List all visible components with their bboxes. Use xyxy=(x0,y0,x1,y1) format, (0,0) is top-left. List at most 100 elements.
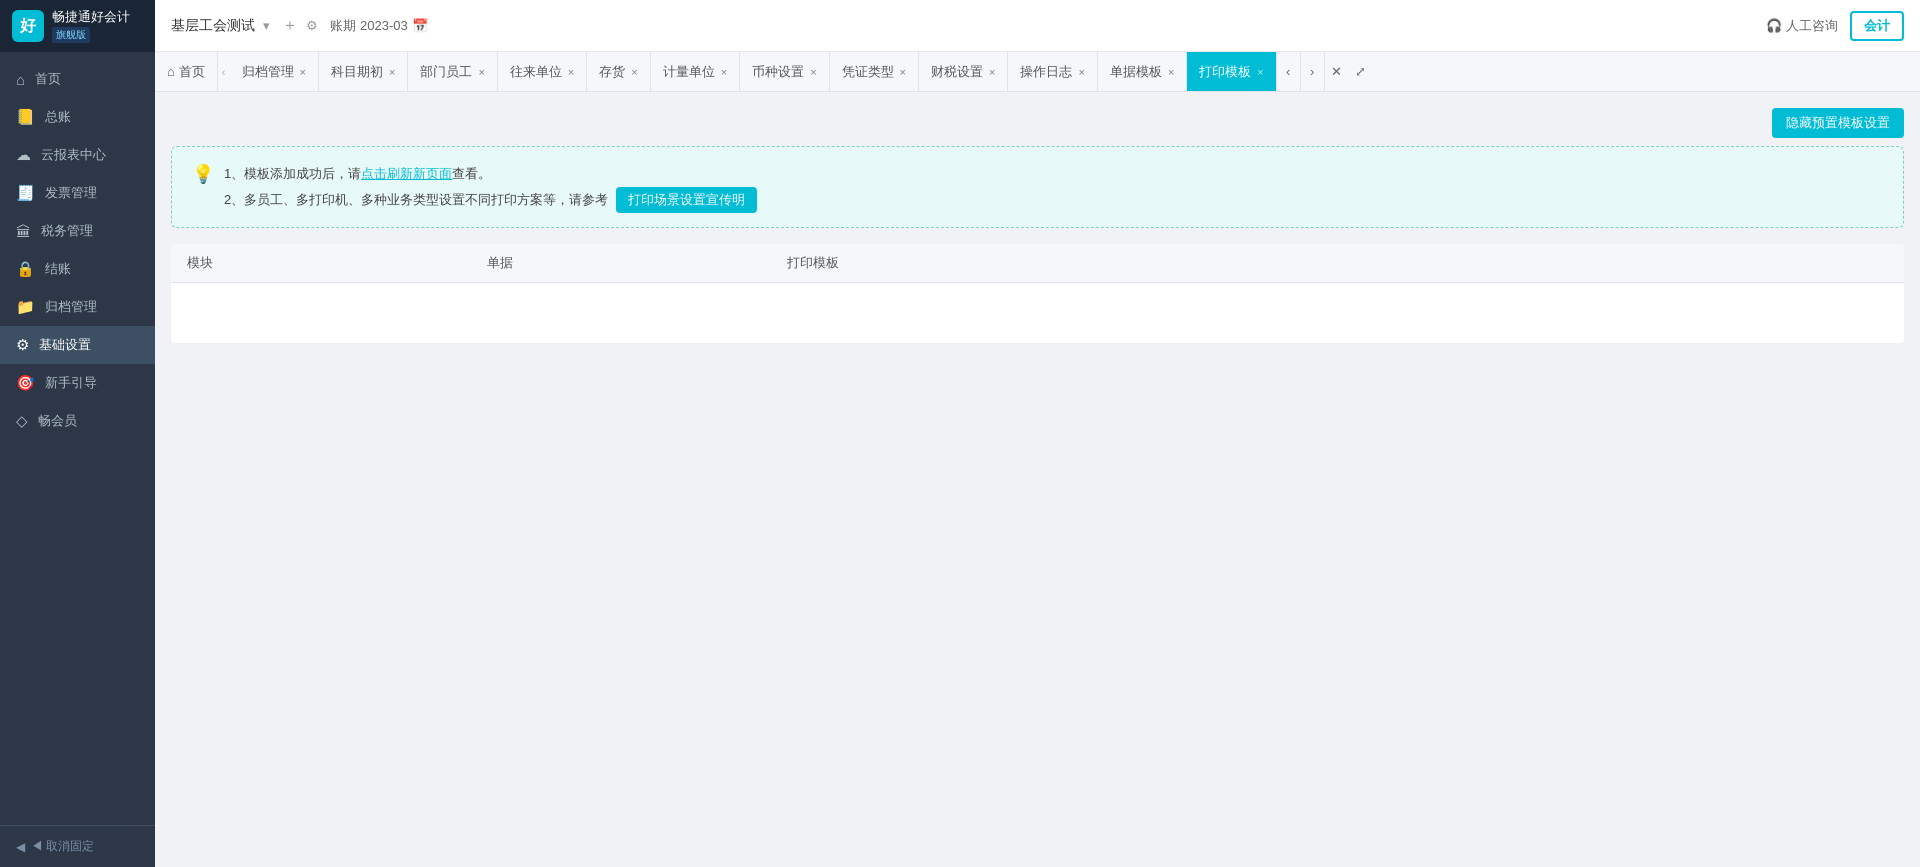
calendar-icon[interactable]: 📅 xyxy=(412,18,428,33)
tab-print-template[interactable]: 打印模板 × xyxy=(1187,52,1276,92)
tab-single-template-close[interactable]: × xyxy=(1168,66,1174,78)
tab-tax-setting-label: 财税设置 xyxy=(931,63,983,81)
tab-archive-mgmt-close[interactable]: × xyxy=(300,66,306,78)
sidebar-label-member: 畅会员 xyxy=(38,412,77,430)
tab-dept-staff[interactable]: 部门员工 × xyxy=(408,52,497,92)
tab-subject-init[interactable]: 科目期初 × xyxy=(319,52,408,92)
service-btn[interactable]: 🎧 人工咨询 xyxy=(1766,17,1838,35)
tab-subject-init-label: 科目期初 xyxy=(331,63,383,81)
tab-inventory-close[interactable]: × xyxy=(631,66,637,78)
logo-icon: 好 xyxy=(12,10,44,42)
sidebar-label-guide: 新手引导 xyxy=(45,374,97,392)
col-voucher: 单据 xyxy=(471,254,771,272)
hide-template-area: 隐藏预置模板设置 xyxy=(171,108,1904,138)
close-icon: 🔒 xyxy=(16,260,35,278)
tab-suppliers-close[interactable]: × xyxy=(568,66,574,78)
tab-currency-label: 币种设置 xyxy=(752,63,804,81)
notice-bulb-icon: 💡 xyxy=(192,163,214,185)
tab-voucher-type-close[interactable]: × xyxy=(900,66,906,78)
home-icon: ⌂ xyxy=(167,64,175,79)
sidebar-item-invoice[interactable]: 🧾发票管理 xyxy=(0,174,155,212)
notice-row: 💡 1、模板添加成功后，请点击刷新新页面查看。 2、多员工、多打印机、多种业务类… xyxy=(192,161,1883,213)
unpin-icon: ◀ xyxy=(16,840,25,854)
ledger-icon: 📒 xyxy=(16,108,35,126)
tab-currency[interactable]: 币种设置 × xyxy=(740,52,829,92)
archive-icon: 📁 xyxy=(16,298,35,316)
tab-op-log-label: 操作日志 xyxy=(1020,63,1072,81)
notice-line1-link[interactable]: 点击刷新新页面 xyxy=(361,166,452,181)
tab-unit-label: 计量单位 xyxy=(663,63,715,81)
tab-home-label: 首页 xyxy=(179,63,205,81)
guide-icon: 🎯 xyxy=(16,374,35,392)
tab-home[interactable]: ⌂ 首页 xyxy=(155,52,218,92)
tab-inventory-label: 存货 xyxy=(599,63,625,81)
period-label: 账期 xyxy=(330,17,356,35)
logo-name: 畅捷通好会计 xyxy=(52,9,130,26)
topbar-gear-icon[interactable]: ⚙ xyxy=(306,18,318,33)
invoice-icon: 🧾 xyxy=(16,184,35,202)
tab-tax-setting-close[interactable]: × xyxy=(989,66,995,78)
tab-close-all-btn[interactable]: ✕ xyxy=(1325,52,1349,92)
tab-single-template[interactable]: 单据模板 × xyxy=(1098,52,1187,92)
tab-back-icon: ‹ xyxy=(218,52,230,92)
tab-subject-init-close[interactable]: × xyxy=(389,66,395,78)
notice-line1-after: 查看。 xyxy=(452,166,491,181)
sidebar-item-home[interactable]: ⌂首页 xyxy=(0,60,155,98)
sidebar-item-guide[interactable]: 🎯 新手引导 xyxy=(0,364,155,402)
tab-currency-close[interactable]: × xyxy=(810,66,816,78)
hide-template-btn[interactable]: 隐藏预置模板设置 xyxy=(1772,108,1904,138)
notice-text: 1、模板添加成功后，请点击刷新新页面查看。 2、多员工、多打印机、多种业务类型设… xyxy=(224,161,761,213)
sidebar-label-archive: 归档管理 xyxy=(45,298,97,316)
tab-tax-setting[interactable]: 财税设置 × xyxy=(919,52,1008,92)
sidebar-item-ledger[interactable]: 📒总账 xyxy=(0,98,155,136)
logo-text-block: 畅捷通好会计 旗舰版 xyxy=(52,9,130,44)
tab-archive-mgmt[interactable]: 归档管理 × xyxy=(230,52,319,92)
home-icon: ⌂ xyxy=(16,71,25,88)
sidebar-item-tax[interactable]: 🏛税务管理 xyxy=(0,212,155,250)
sidebar-item-reports[interactable]: ☁云报表中心 xyxy=(0,136,155,174)
tab-print-template-close[interactable]: × xyxy=(1257,66,1263,78)
tab-next-btn[interactable]: › xyxy=(1301,52,1325,92)
tab-prev-btn[interactable]: ‹ xyxy=(1277,52,1301,92)
topbar-dropdown-icon[interactable]: ▾ xyxy=(263,18,270,33)
tab-suppliers[interactable]: 往来单位 × xyxy=(498,52,587,92)
period-value: 2023-03 xyxy=(360,18,408,33)
tabbar: ⌂ 首页 ‹ 归档管理 × 科目期初 × 部门员工 × 往来单位 × 存货 × … xyxy=(155,52,1920,92)
tab-op-log-close[interactable]: × xyxy=(1078,66,1084,78)
sidebar-logo: 好 畅捷通好会计 旗舰版 xyxy=(0,0,155,52)
tab-op-log[interactable]: 操作日志 × xyxy=(1008,52,1097,92)
col-module: 模块 xyxy=(171,254,471,272)
sidebar-item-archive[interactable]: 📁 归档管理 xyxy=(0,288,155,326)
tab-expand-btn[interactable]: ⤢ xyxy=(1349,52,1373,92)
tab-single-template-label: 单据模板 xyxy=(1110,63,1162,81)
kuaiji-btn[interactable]: 会计 xyxy=(1850,11,1904,41)
topbar-add-btn[interactable]: ＋ xyxy=(282,15,298,36)
tab-suppliers-label: 往来单位 xyxy=(510,63,562,81)
main-area: 基层工会测试 ▾ ＋ ⚙ 账期 2023-03 📅 🎧 人工咨询 会计 ⌂ 首页… xyxy=(155,0,1920,867)
print-template-table: 模块 单据 打印模板 xyxy=(171,244,1904,343)
topbar-right: 🎧 人工咨询 会计 xyxy=(1766,11,1904,41)
notice-line2-before: 2、多员工、多打印机、多种业务类型设置不同打印方案等，请参考 xyxy=(224,192,608,207)
print-scene-btn[interactable]: 打印场景设置宣传明 xyxy=(616,187,757,213)
sidebar-item-close[interactable]: 🔒 结账 xyxy=(0,250,155,288)
headset-icon: 🎧 xyxy=(1766,18,1782,33)
tab-voucher-type[interactable]: 凭证类型 × xyxy=(830,52,919,92)
sidebar-footer-label: ◀ 取消固定 xyxy=(31,838,94,855)
logo-badge: 旗舰版 xyxy=(52,27,90,43)
sidebar-label-tax: 税务管理 xyxy=(41,222,93,240)
tab-unit-close[interactable]: × xyxy=(721,66,727,78)
reports-icon: ☁ xyxy=(16,146,31,164)
tab-dept-staff-close[interactable]: × xyxy=(478,66,484,78)
tab-archive-mgmt-label: 归档管理 xyxy=(242,63,294,81)
service-label: 人工咨询 xyxy=(1786,17,1838,35)
sidebar-label-close: 结账 xyxy=(45,260,71,278)
notice-box: 💡 1、模板添加成功后，请点击刷新新页面查看。 2、多员工、多打印机、多种业务类… xyxy=(171,146,1904,228)
content-area: 隐藏预置模板设置 💡 1、模板添加成功后，请点击刷新新页面查看。 2、多员工、多… xyxy=(155,92,1920,867)
sidebar-item-member[interactable]: ◇畅会员 xyxy=(0,402,155,440)
tab-unit[interactable]: 计量单位 × xyxy=(651,52,740,92)
table-body xyxy=(171,283,1904,343)
tab-dept-staff-label: 部门员工 xyxy=(420,63,472,81)
sidebar-item-settings[interactable]: ⚙基础设置 xyxy=(0,326,155,364)
sidebar-footer[interactable]: ◀ ◀ 取消固定 xyxy=(0,825,155,867)
tab-inventory[interactable]: 存货 × xyxy=(587,52,650,92)
